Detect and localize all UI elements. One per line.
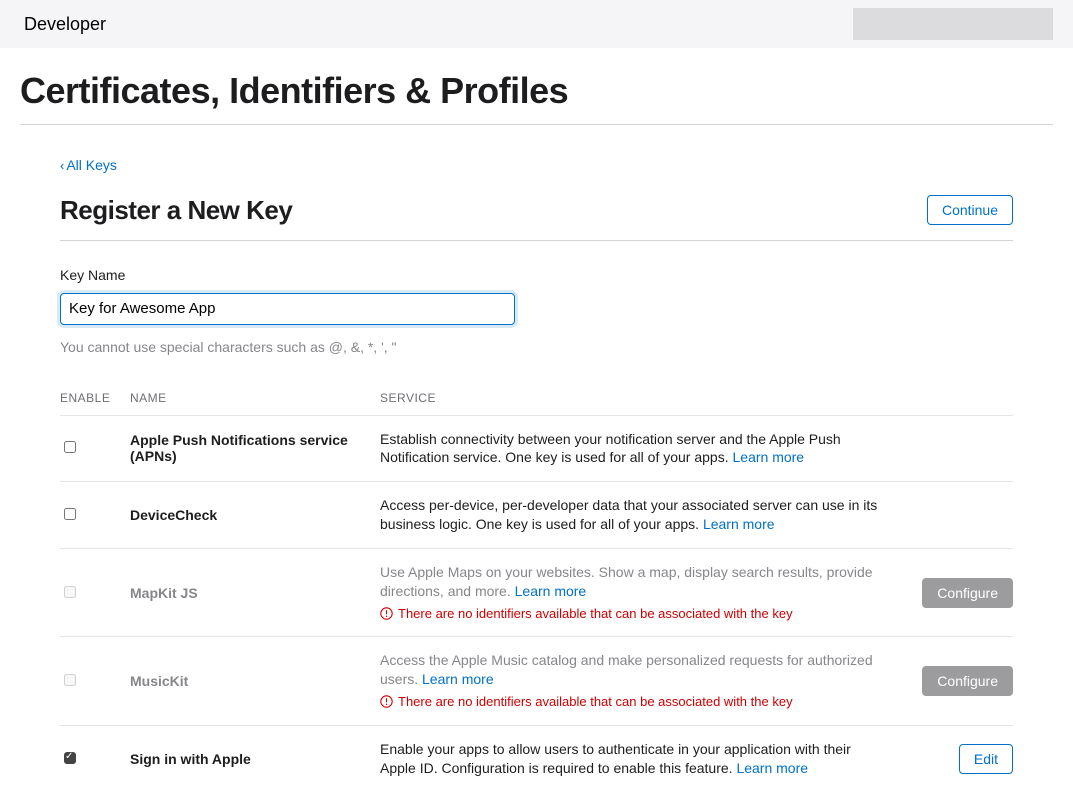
table-row: MusicKitAccess the Apple Music catalog a…: [60, 636, 1013, 724]
learn-more-link[interactable]: Learn more: [733, 449, 805, 465]
table-row: DeviceCheckAccess per-device, per-develo…: [60, 481, 1013, 548]
section-title: Register a New Key: [60, 195, 292, 226]
back-link-all-keys[interactable]: ‹ All Keys: [60, 157, 117, 173]
key-name-input[interactable]: [60, 293, 515, 325]
service-name: Sign in with Apple: [130, 751, 380, 767]
continue-button[interactable]: Continue: [927, 195, 1013, 225]
table-row: Apple Push Notifications service (APNs)E…: [60, 415, 1013, 482]
checkbox[interactable]: [64, 508, 76, 520]
column-enable: ENABLE: [60, 391, 130, 405]
checkbox: [64, 586, 76, 598]
search-placeholder[interactable]: [853, 8, 1053, 40]
service-description: Use Apple Maps on your websites. Show a …: [380, 563, 923, 622]
services-table: ENABLE NAME SERVICE Apple Push Notificat…: [60, 391, 1013, 792]
service-description: Access per-device, per-developer data th…: [380, 496, 923, 534]
configure-button: Configure: [922, 666, 1013, 696]
page-title: Certificates, Identifiers & Profiles: [20, 48, 1053, 125]
configure-button: Configure: [922, 578, 1013, 608]
top-bar: Developer: [0, 0, 1073, 48]
chevron-left-icon: ‹: [60, 158, 64, 173]
edit-button[interactable]: Edit: [959, 744, 1013, 774]
table-row: Sign in with AppleEnable your apps to al…: [60, 725, 1013, 792]
column-name: NAME: [130, 391, 380, 405]
service-description: Establish connectivity between your noti…: [380, 430, 923, 468]
learn-more-link[interactable]: Learn more: [736, 760, 808, 776]
key-name-label: Key Name: [60, 267, 1013, 283]
table-row: MapKit JSUse Apple Maps on your websites…: [60, 548, 1013, 636]
key-name-help: You cannot use special characters such a…: [60, 339, 1013, 355]
brand-text: Developer: [24, 14, 106, 35]
service-name: MapKit JS: [130, 585, 380, 601]
learn-more-link[interactable]: Learn more: [422, 671, 494, 687]
learn-more-link[interactable]: Learn more: [703, 516, 775, 532]
service-name: Apple Push Notifications service (APNs): [130, 432, 380, 464]
checkbox[interactable]: [64, 441, 76, 453]
brand-logo[interactable]: Developer: [20, 14, 106, 35]
warning-line: There are no identifiers available that …: [380, 605, 883, 623]
checkbox-checked[interactable]: [64, 752, 76, 764]
back-link-text: All Keys: [66, 157, 117, 173]
warning-icon: [380, 607, 393, 620]
checkbox: [64, 674, 76, 686]
service-description: Enable your apps to allow users to authe…: [380, 740, 923, 778]
service-name: MusicKit: [130, 673, 380, 689]
service-name: DeviceCheck: [130, 507, 380, 523]
learn-more-link[interactable]: Learn more: [515, 583, 587, 599]
column-service: SERVICE: [380, 391, 923, 405]
